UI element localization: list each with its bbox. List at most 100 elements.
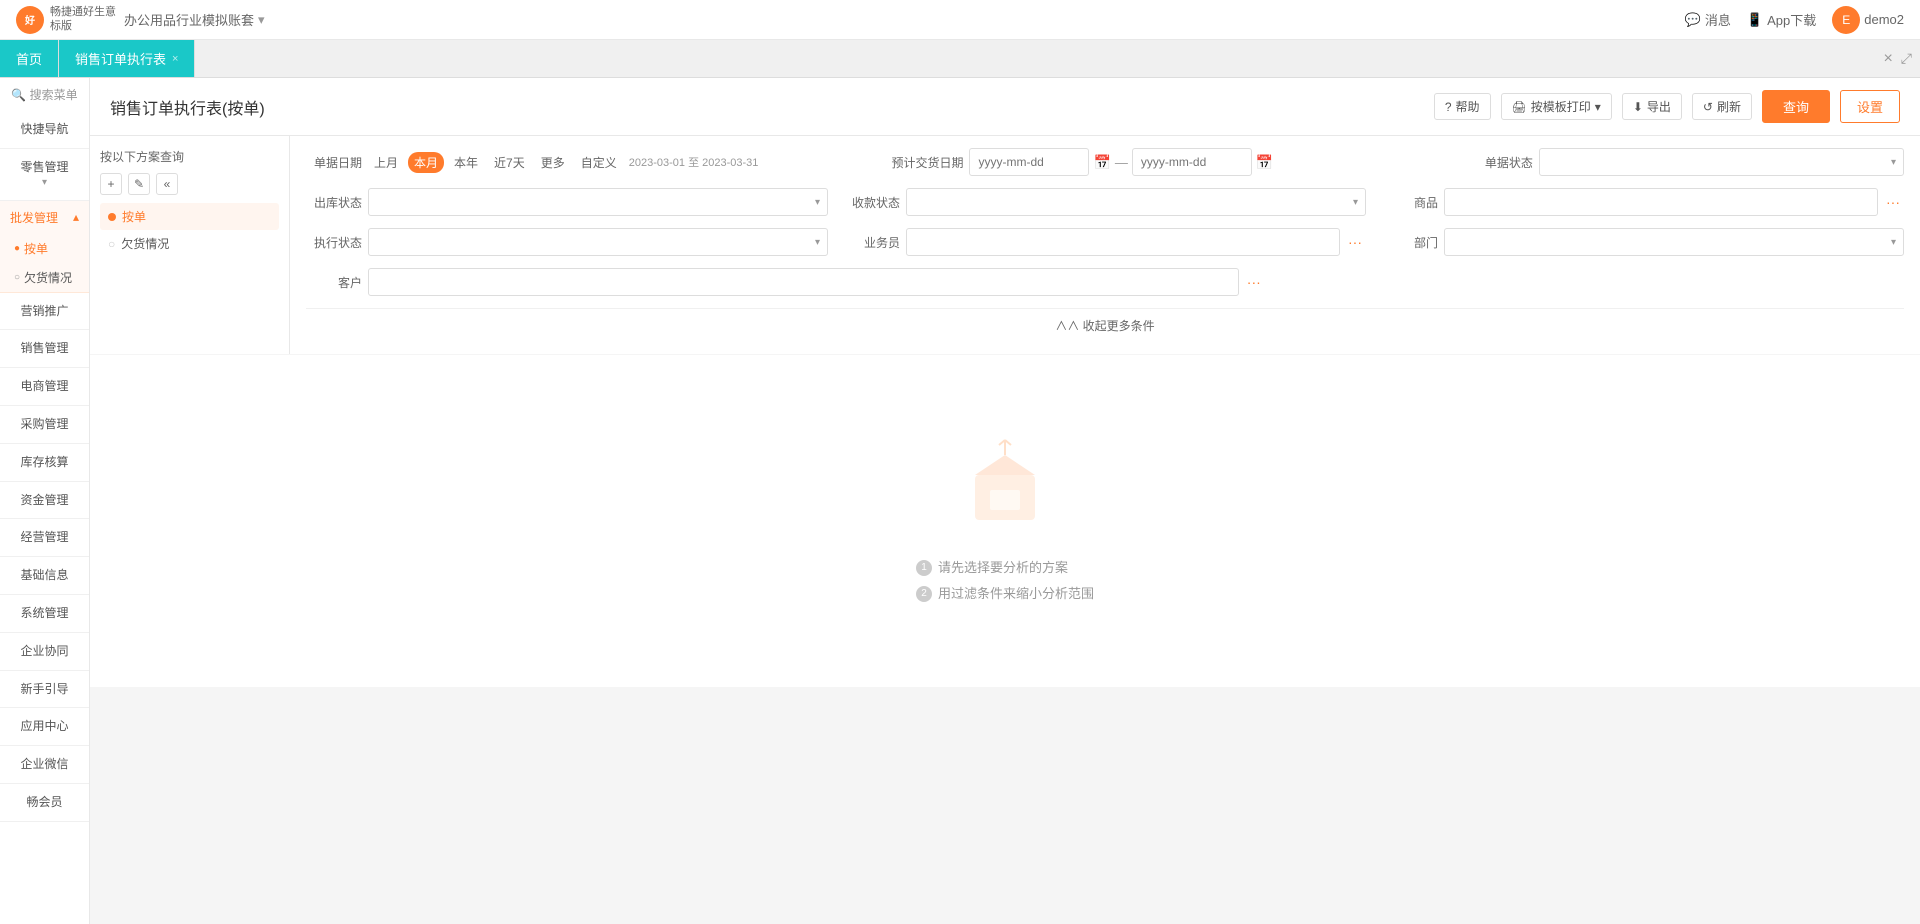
- payment-select[interactable]: [906, 188, 1366, 216]
- salesperson-input-wrap: ···: [906, 228, 1366, 256]
- search-icon: 🔍: [11, 88, 26, 102]
- edit-scheme-button[interactable]: ✎: [128, 173, 150, 195]
- sidebar-group-wholesale: 批发管理 ▴ ● 按单 ○ 欠货情况: [0, 201, 89, 293]
- filter-group-date: 单据日期 上月 本月 本年 近7天 更多 自定义 2023-03-01 至 20…: [306, 152, 875, 173]
- sidebar-item-quick-nav[interactable]: 快捷导航: [0, 111, 89, 149]
- sidebar-search[interactable]: 🔍 搜索菜单: [0, 78, 89, 111]
- sidebar-item-wechat[interactable]: 企业微信: [0, 746, 89, 784]
- sidebar-item-purchase[interactable]: 采购管理: [0, 406, 89, 444]
- sidebar-item-wholesale[interactable]: 批发管理 ▴: [0, 201, 89, 234]
- filter-group-dept: 部门 ▾: [1382, 228, 1904, 256]
- avatar: E: [1832, 6, 1860, 34]
- empty-tip-2: 2 用过滤条件来缩小分析范围: [916, 581, 1094, 607]
- collapse-arrow-icon: ∧∧: [1055, 319, 1079, 333]
- sidebar-item-ecommerce[interactable]: 电商管理: [0, 368, 89, 406]
- customer-more-icon[interactable]: ···: [1243, 274, 1265, 290]
- payment-select-wrap: ▾: [906, 188, 1366, 216]
- sidebar-item-enterprise[interactable]: 企业协同: [0, 633, 89, 671]
- filter-panel: 按以下方案查询 + ✎ « 按单: [90, 136, 1920, 354]
- date-separator: —: [1115, 155, 1128, 170]
- scheme-dot-icon: [108, 213, 116, 221]
- date-label: 单据日期: [306, 154, 362, 171]
- filter-row-2: 出库状态 ▾ 收款状态 ▾ 商品: [306, 188, 1904, 216]
- refresh-button[interactable]: ↺ 刷新: [1692, 93, 1752, 120]
- date-tab-last7[interactable]: 近7天: [488, 152, 531, 173]
- collapse-bar[interactable]: ∧∧ 收起更多条件: [306, 308, 1904, 342]
- scheme-item-order[interactable]: 按单: [100, 203, 279, 230]
- sidebar-sub-order[interactable]: ● 按单: [0, 234, 89, 263]
- empty-illustration: [955, 435, 1055, 535]
- salesperson-label: 业务员: [844, 234, 900, 251]
- goods-more-icon[interactable]: ···: [1882, 194, 1904, 210]
- expected-date-end[interactable]: [1132, 148, 1252, 176]
- tab-home[interactable]: 首页: [0, 40, 59, 77]
- message-action[interactable]: 💬 消息: [1685, 10, 1731, 29]
- sidebar-item-basic[interactable]: 基础信息: [0, 557, 89, 595]
- tab-bar-actions: × ⤢: [1875, 40, 1920, 77]
- close-window-icon[interactable]: ×: [1883, 50, 1892, 68]
- sidebar-item-operations[interactable]: 经营管理: [0, 519, 89, 557]
- content-area: 销售订单执行表(按单) ? 帮助 🖨 按模板打印 ▾ ⬇ 导出 ↺ 刷新: [90, 78, 1920, 924]
- goods-input-wrap: ···: [1444, 188, 1904, 216]
- message-icon: 💬: [1685, 12, 1701, 28]
- tip-num-2: 2: [916, 586, 932, 602]
- logo-text: 畅捷通好生意 标版: [50, 6, 116, 32]
- expand-window-icon[interactable]: ⤢: [1901, 50, 1912, 67]
- date-cal-end-icon[interactable]: 📅: [1256, 154, 1273, 171]
- header-right: 💬 消息 📱 App下载 E demo2: [1685, 6, 1904, 34]
- breadcrumb-arrow[interactable]: ▾: [258, 12, 265, 28]
- delivery-label: 出库状态: [306, 194, 362, 211]
- salesperson-more-icon[interactable]: ···: [1344, 234, 1366, 250]
- date-tab-this-year[interactable]: 本年: [448, 152, 484, 173]
- print-button[interactable]: 🖨 按模板打印 ▾: [1501, 93, 1612, 120]
- status-label: 单据状态: [1477, 154, 1533, 171]
- salesperson-input[interactable]: [906, 228, 1340, 256]
- customer-input-wrap: ···: [368, 268, 1265, 296]
- filter-group-exec: 执行状态 ▾: [306, 228, 828, 256]
- print-arrow-icon: ▾: [1595, 100, 1601, 114]
- app-download-action[interactable]: 📱 App下载: [1747, 10, 1816, 29]
- sidebar-item-marketing[interactable]: 营销推广: [0, 293, 89, 331]
- exec-label: 执行状态: [306, 234, 362, 251]
- payment-chevron-icon: ▾: [1353, 197, 1358, 208]
- export-button[interactable]: ⬇ 导出: [1622, 93, 1682, 120]
- sidebar-item-sales[interactable]: 销售管理: [0, 330, 89, 368]
- sidebar-item-inventory[interactable]: 库存核算: [0, 444, 89, 482]
- sidebar-item-system[interactable]: 系统管理: [0, 595, 89, 633]
- delivery-select[interactable]: [368, 188, 828, 216]
- sidebar-item-finance[interactable]: 资金管理: [0, 482, 89, 520]
- sidebar: 🔍 搜索菜单 快捷导航 零售管理 ▾ 批发管理 ▴ ● 按单 ○ 欠货情况: [0, 78, 90, 924]
- logo-area: 好 畅捷通好生意 标版: [16, 6, 116, 34]
- exec-select[interactable]: [368, 228, 828, 256]
- header-left: 好 畅捷通好生意 标版 办公用品行业模拟账套 ▾: [16, 6, 265, 34]
- date-tab-this-month[interactable]: 本月: [408, 152, 444, 173]
- filter-group-salesperson: 业务员 ···: [844, 228, 1366, 256]
- date-tab-last-month[interactable]: 上月: [368, 152, 404, 173]
- date-range-text: 2023-03-01 至 2023-03-31: [629, 154, 759, 170]
- date-cal-start-icon[interactable]: 📅: [1093, 154, 1110, 171]
- scheme-item-debt[interactable]: ○ 欠货情况: [100, 230, 279, 257]
- settings-button[interactable]: 设置: [1840, 90, 1900, 123]
- status-select[interactable]: [1539, 148, 1904, 176]
- add-icon: +: [107, 177, 114, 191]
- date-tab-custom[interactable]: 自定义: [575, 152, 623, 173]
- date-tab-more[interactable]: 更多: [535, 152, 571, 173]
- dept-select[interactable]: [1444, 228, 1904, 256]
- sidebar-item-retail[interactable]: 零售管理 ▾: [0, 149, 89, 201]
- goods-input[interactable]: [1444, 188, 1878, 216]
- help-button[interactable]: ? 帮助: [1434, 93, 1491, 120]
- add-scheme-button[interactable]: +: [100, 173, 122, 195]
- page-actions: ? 帮助 🖨 按模板打印 ▾ ⬇ 导出 ↺ 刷新 查询 设置: [1434, 90, 1900, 123]
- query-button[interactable]: 查询: [1762, 90, 1830, 123]
- sidebar-item-apps[interactable]: 应用中心: [0, 708, 89, 746]
- expected-date-start[interactable]: [969, 148, 1089, 176]
- customer-input[interactable]: [368, 268, 1239, 296]
- user-action[interactable]: E demo2: [1832, 6, 1904, 34]
- collapse-scheme-button[interactable]: «: [156, 173, 178, 195]
- sidebar-item-newbie[interactable]: 新手引导: [0, 671, 89, 709]
- sidebar-item-member[interactable]: 畅会员: [0, 784, 89, 822]
- edit-icon: ✎: [134, 177, 144, 191]
- tab-sales-exec[interactable]: 销售订单执行表 ×: [59, 40, 195, 77]
- sidebar-sub-debt[interactable]: ○ 欠货情况: [0, 263, 89, 292]
- tab-close-icon[interactable]: ×: [172, 53, 178, 65]
